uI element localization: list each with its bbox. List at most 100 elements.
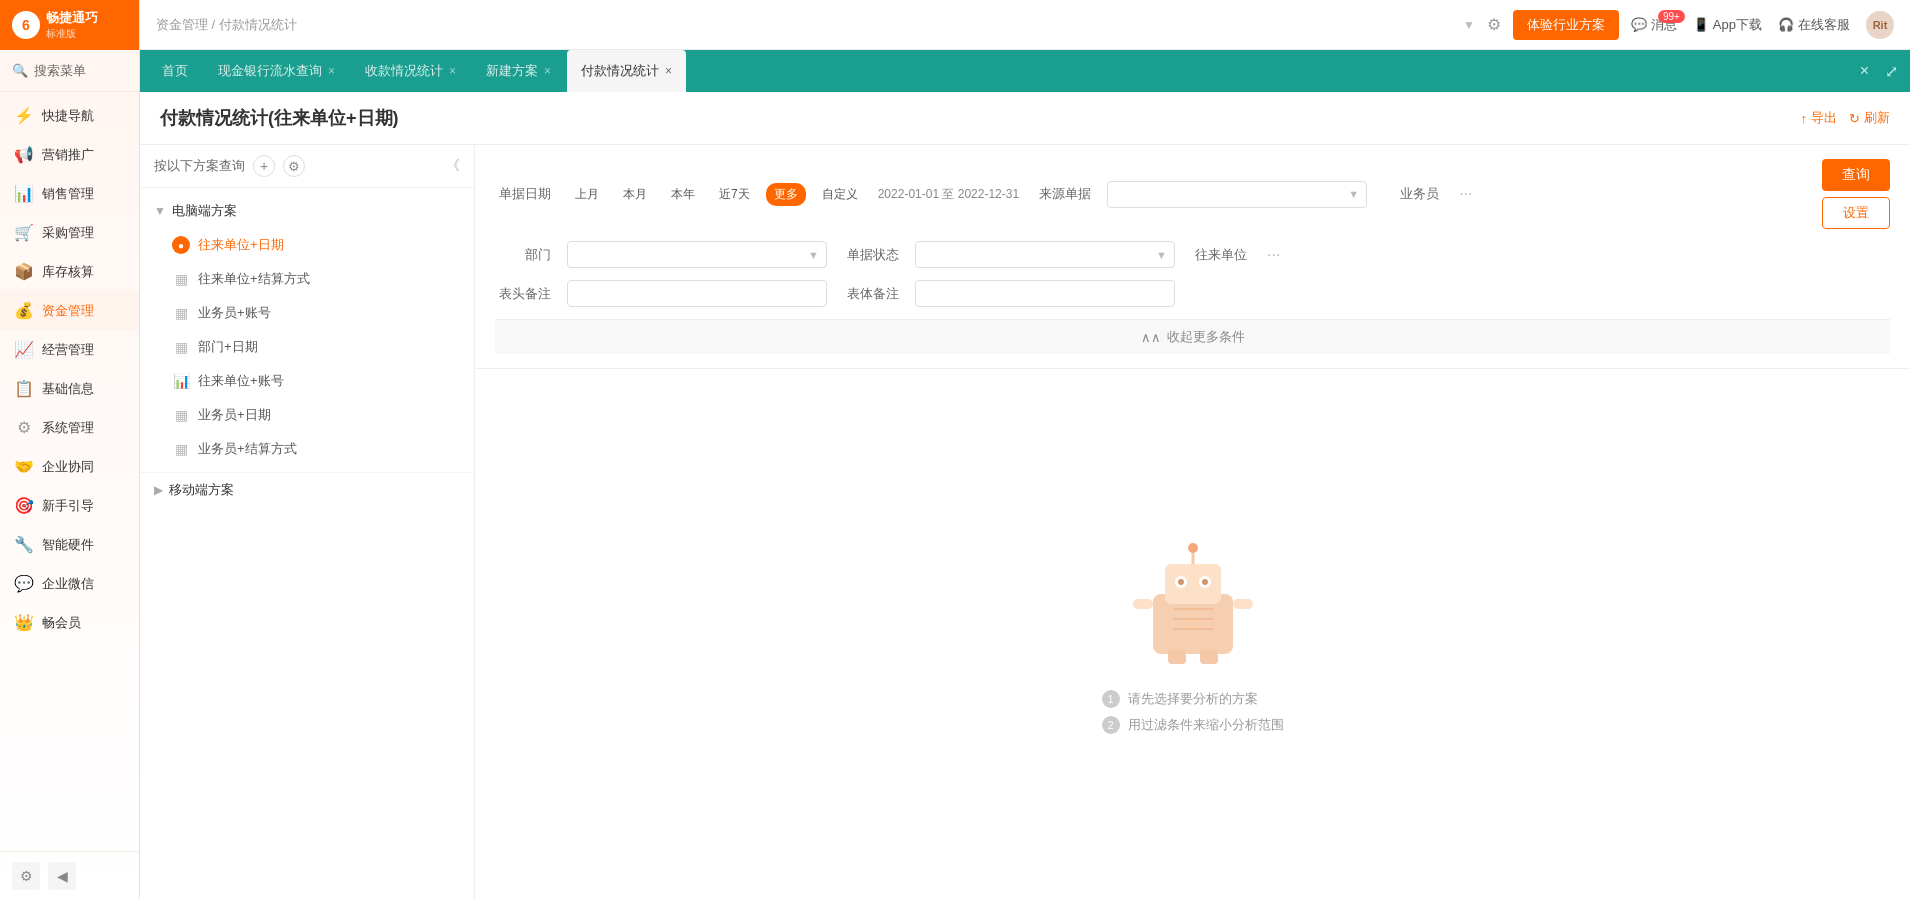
user-avatar[interactable]: Rit (1866, 11, 1894, 39)
sidebar-item-system[interactable]: ⚙ 系统管理 (0, 408, 139, 447)
settings-btn[interactable]: ⚙ (12, 862, 40, 890)
app-download-button[interactable]: 📱 App下载 (1693, 16, 1762, 34)
source-select[interactable] (1107, 181, 1367, 208)
tab-payment-stats-close[interactable]: × (665, 64, 672, 78)
sidebar-item-sales[interactable]: 📊 销售管理 (0, 174, 139, 213)
messages-button[interactable]: 💬 消息 99+ (1631, 16, 1677, 34)
tab-collection-stats-label: 收款情况统计 (365, 62, 443, 80)
plan-item-partner-date[interactable]: ● 往来单位+日期 (140, 228, 474, 262)
tab-payment-stats-label: 付款情况统计 (581, 62, 659, 80)
tab-collection-stats-close[interactable]: × (449, 64, 456, 78)
filter-settings-button[interactable]: 设置 (1822, 197, 1890, 229)
sidebar-item-inventory[interactable]: 📦 库存核算 (0, 252, 139, 291)
plan-item-partner-account[interactable]: 📊 往来单位+账号 (140, 364, 474, 398)
tab-new-plan-close[interactable]: × (544, 64, 551, 78)
collapse-more-button[interactable]: ∧∧ 收起更多条件 (495, 319, 1890, 354)
last-month-btn[interactable]: 上月 (567, 183, 607, 206)
filter-by-plan-label: 按以下方案查询 (154, 157, 245, 175)
sidebar-item-hardware[interactable]: 🔧 智能硬件 (0, 525, 139, 564)
content-area: 按以下方案查询 + ⚙ 《 ▼ 电脑端方案 (140, 145, 1910, 899)
this-month-btn[interactable]: 本月 (615, 183, 655, 206)
empty-hint-2: 2 用过滤条件来缩小分析范围 (1102, 716, 1284, 734)
sidebar-item-basic[interactable]: 📋 基础信息 (0, 369, 139, 408)
sidebar-bottom: ⚙ ◀ (0, 851, 139, 899)
tab-cash-flow-close[interactable]: × (328, 64, 335, 78)
sidebar-item-label: 智能硬件 (42, 536, 94, 554)
main-area: 资金管理 / 付款情况统计 ▼ ⚙ 体验行业方案 💬 消息 99+ 📱 App下… (140, 0, 1910, 899)
body-note-input[interactable] (915, 280, 1175, 307)
sidebar-item-label: 企业协同 (42, 458, 94, 476)
page-header: 付款情况统计(往来单位+日期) ↑ 导出 ↻ 刷新 (140, 92, 1910, 145)
this-year-btn[interactable]: 本年 (663, 183, 703, 206)
add-plan-button[interactable]: + (253, 155, 275, 177)
export-button[interactable]: ↑ 导出 (1801, 109, 1838, 127)
sidebar-item-wechat[interactable]: 💬 企业微信 (0, 564, 139, 603)
sidebar-item-marketing[interactable]: 📢 营销推广 (0, 135, 139, 174)
sidebar-item-label: 资金管理 (42, 302, 94, 320)
tab-home[interactable]: 首页 (148, 50, 202, 92)
plan-settings-icon: ⚙ (288, 159, 300, 174)
tab-new-plan-label: 新建方案 (486, 62, 538, 80)
sidebar-item-operations[interactable]: 📈 经营管理 (0, 330, 139, 369)
collapse-panel-button[interactable]: 《 (446, 157, 460, 175)
custom-btn[interactable]: 自定义 (814, 183, 866, 206)
sidebar-item-label: 新手引导 (42, 497, 94, 515)
messages-badge: 99+ (1658, 10, 1685, 23)
tab-payment-stats[interactable]: 付款情况统计 × (567, 50, 686, 92)
expand-tab-icon[interactable]: ⤢ (1881, 58, 1902, 85)
query-button[interactable]: 查询 (1822, 159, 1890, 191)
trial-button[interactable]: 体验行业方案 (1513, 10, 1619, 40)
topbar-settings-icon[interactable]: ⚙ (1487, 15, 1501, 34)
sidebar-search[interactable]: 🔍 搜索菜单 (0, 50, 139, 92)
sidebar-item-guide[interactable]: 🎯 新手引导 (0, 486, 139, 525)
tab-collection-stats[interactable]: 收款情况统计 × (351, 50, 470, 92)
plan-table-icon: ▦ (172, 441, 190, 457)
pc-group-arrow: ▼ (154, 204, 166, 218)
page-header-actions: ↑ 导出 ↻ 刷新 (1801, 109, 1891, 127)
sidebar-item-enterprise[interactable]: 🤝 企业协同 (0, 447, 139, 486)
date-label: 单据日期 (495, 185, 551, 203)
topbar: 资金管理 / 付款情况统计 ▼ ⚙ 体验行业方案 💬 消息 99+ 📱 App下… (140, 0, 1910, 50)
chevron-up-icon: ∧∧ (1141, 330, 1161, 345)
doc-status-select[interactable] (915, 241, 1175, 268)
sidebar-item-member[interactable]: 👑 畅会员 (0, 603, 139, 642)
date-range: 2022-01-01 至 2022-12-31 (878, 186, 1019, 203)
pc-group-title: 电脑端方案 (172, 202, 237, 220)
plan-item-label: 往来单位+日期 (198, 236, 284, 254)
plan-item-dept-date[interactable]: ▦ 部门+日期 (140, 330, 474, 364)
close-all-tabs-icon[interactable]: × (1856, 58, 1873, 84)
last-7-btn[interactable]: 近7天 (711, 183, 758, 206)
source-select-wrap: ▼ (1107, 181, 1367, 208)
more-btn[interactable]: 更多 (766, 183, 806, 206)
online-service-label: 在线客服 (1798, 16, 1850, 34)
sidebar-item-purchase[interactable]: 🛒 采购管理 (0, 213, 139, 252)
sidebar-item-label: 经营管理 (42, 341, 94, 359)
pc-group-header[interactable]: ▼ 电脑端方案 (140, 194, 474, 228)
header-note-input[interactable] (567, 280, 827, 307)
basic-icon: 📋 (14, 379, 34, 398)
sidebar-item-label: 采购管理 (42, 224, 94, 242)
tab-new-plan[interactable]: 新建方案 × (472, 50, 565, 92)
mobile-group-header[interactable]: ▶ 移动端方案 (140, 472, 474, 507)
online-service-button[interactable]: 🎧 在线客服 (1778, 16, 1850, 34)
plan-table-icon: ▦ (172, 407, 190, 423)
plan-item-staff-account[interactable]: ▦ 业务员+账号 (140, 296, 474, 330)
dept-select[interactable] (567, 241, 827, 268)
plan-item-label: 业务员+日期 (198, 406, 271, 424)
sidebar-item-finance[interactable]: 💰 资金管理 (0, 291, 139, 330)
staff-more-icon[interactable]: ··· (1455, 181, 1476, 207)
finance-icon: 💰 (14, 301, 34, 320)
sidebar-item-quick-nav[interactable]: ⚡ 快捷导航 (0, 96, 139, 135)
tab-cash-flow[interactable]: 现金银行流水查询 × (204, 50, 349, 92)
operations-icon: 📈 (14, 340, 34, 359)
svg-rect-1 (1165, 564, 1221, 604)
partner-more-icon[interactable]: ··· (1263, 242, 1284, 268)
collapse-sidebar-btn[interactable]: ◀ (48, 862, 76, 890)
plan-settings-button[interactable]: ⚙ (283, 155, 305, 177)
refresh-button[interactable]: ↻ 刷新 (1849, 109, 1890, 127)
plan-item-staff-settlement[interactable]: ▦ 业务员+结算方式 (140, 432, 474, 466)
sidebar-item-label: 销售管理 (42, 185, 94, 203)
plan-item-partner-settlement[interactable]: ▦ 往来单位+结算方式 (140, 262, 474, 296)
plan-item-staff-date[interactable]: ▦ 业务员+日期 (140, 398, 474, 432)
filter-row-2: 部门 ▼ 单据状态 ▼ 往来单位 ··· (495, 241, 1890, 268)
